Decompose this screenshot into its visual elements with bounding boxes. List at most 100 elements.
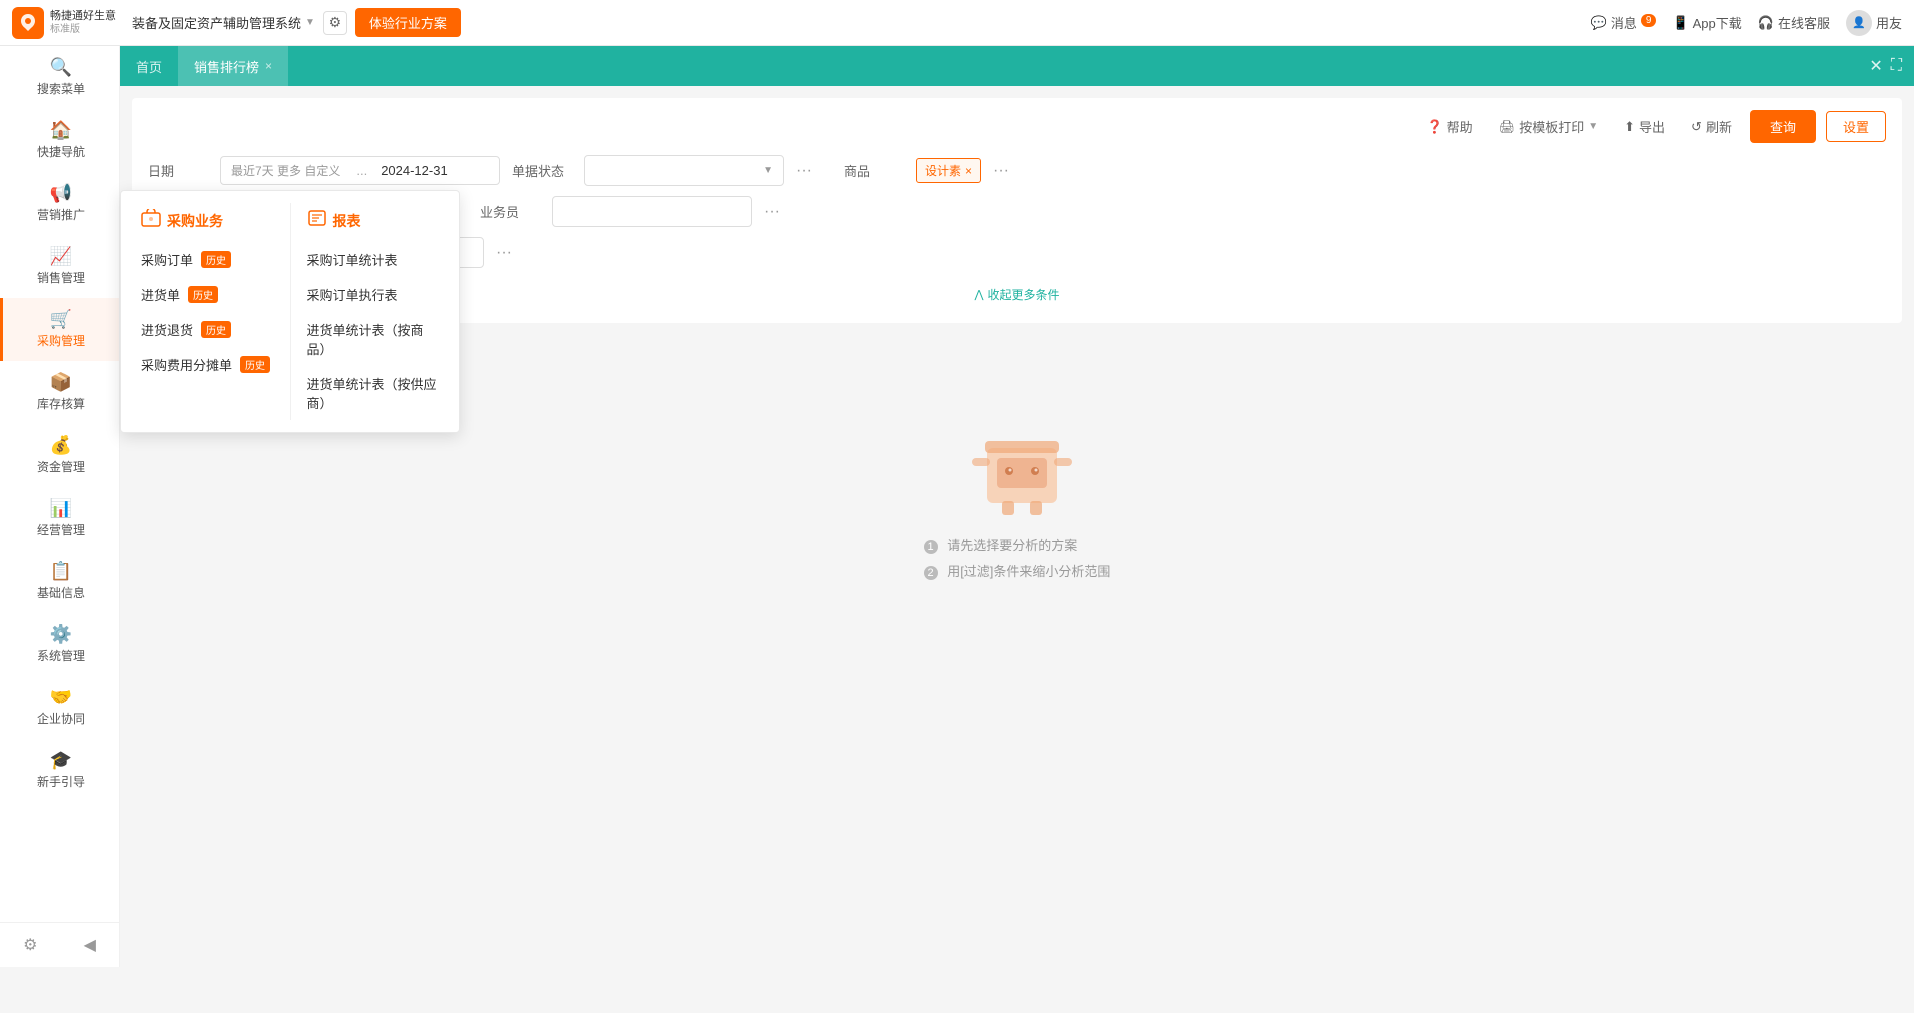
- salesman-label: 业务员: [480, 202, 540, 221]
- app-download-button[interactable]: 📱 App下载: [1672, 13, 1741, 32]
- export-icon: ⬆: [1624, 119, 1635, 135]
- help-icon: ❓: [1426, 119, 1442, 135]
- sales-icon: 📈: [50, 247, 72, 265]
- inventory-icon: 📦: [50, 373, 72, 391]
- help-button[interactable]: ❓ 帮助: [1418, 113, 1480, 140]
- bill-status-input[interactable]: ▼: [584, 155, 784, 186]
- tab-bar: 首页 销售排行榜 × ✕ ⛶: [120, 46, 1914, 86]
- filter-more-dots-4[interactable]: ···: [764, 203, 780, 221]
- print-icon: 🖨: [1499, 119, 1516, 135]
- toolbar-right: ❓ 帮助 🖨 按模板打印 ▼ ⬆ 导出 ↺: [1418, 110, 1886, 143]
- logo-text: 畅捷通好生意 标准版: [50, 9, 116, 36]
- purchase-report-header: 报表: [299, 203, 448, 238]
- top-center: 装备及固定资产辅助管理系统 ▼ ⚙ 体验行业方案: [132, 8, 1591, 37]
- goods-tag-close-icon[interactable]: ×: [965, 164, 972, 178]
- newbie-icon: 🎓: [50, 751, 72, 769]
- empty-illustration: [967, 413, 1067, 513]
- message-badge: 9: [1641, 14, 1657, 27]
- history-badge-0: 历史: [201, 251, 231, 268]
- dropdown-item-return[interactable]: 进货退货 历史: [133, 312, 282, 347]
- system-icon: ⚙️: [50, 625, 72, 643]
- user-menu-button[interactable]: 👤 用友: [1846, 10, 1902, 36]
- sidebar-item-purchase[interactable]: 🛒 采购管理: [0, 298, 119, 361]
- sidebar-item-operation[interactable]: 📊 经营管理: [0, 487, 119, 550]
- marketing-icon: 📢: [50, 184, 72, 202]
- avatar: 👤: [1846, 10, 1872, 36]
- date-filter-label: 日期: [148, 161, 208, 180]
- sidebar-settings-button[interactable]: ⚙: [23, 935, 37, 955]
- sidebar-item-basic[interactable]: 📋 基础信息: [0, 550, 119, 613]
- dropdown-item-inbound-stats-goods[interactable]: 进货单统计表（按商品）: [299, 312, 448, 366]
- bill-status-label: 单据状态: [512, 161, 572, 180]
- tab-sales-ranking[interactable]: 销售排行榜 ×: [178, 46, 288, 86]
- search-icon: 🔍: [50, 58, 72, 76]
- enterprise-icon: 🤝: [50, 688, 72, 706]
- purchase-business-column: 采购业务 采购订单 历史 进货单 历史 进货退货 历史 采购费用分摊单 历史: [133, 203, 282, 420]
- history-badge-3: 历史: [240, 356, 270, 373]
- goods-label: 商品: [844, 161, 904, 180]
- sidebar-item-quick[interactable]: 🏠 快捷导航: [0, 109, 119, 172]
- sidebar-item-enterprise[interactable]: 🤝 企业协同: [0, 676, 119, 739]
- top-bar: 畅捷通好生意 标准版 装备及固定资产辅助管理系统 ▼ ⚙ 体验行业方案 💬 消息…: [0, 0, 1914, 46]
- sidebar-item-inventory[interactable]: 📦 库存核算: [0, 361, 119, 424]
- dropdown-item-order-stats[interactable]: 采购订单统计表: [299, 242, 448, 277]
- export-button[interactable]: ⬆ 导出: [1616, 113, 1673, 140]
- sidebar-collapse-button[interactable]: ◀: [84, 935, 96, 955]
- sidebar-item-marketing[interactable]: 📢 营销推广: [0, 172, 119, 235]
- main-layout: 🔍 搜索菜单 🏠 快捷导航 📢 营销推广 📈 销售管理 🛒 采购管理 📦 库存核…: [0, 46, 1914, 967]
- sidebar-bottom: ⚙ ◀: [0, 922, 119, 967]
- history-badge-2: 历史: [201, 321, 231, 338]
- purchase-business-header: 采购业务: [133, 203, 282, 238]
- tab-close-icon[interactable]: ×: [265, 59, 272, 73]
- logo-icon: [12, 7, 44, 39]
- dropdown-item-inbound[interactable]: 进货单 历史: [133, 277, 282, 312]
- industry-button[interactable]: 体验行业方案: [355, 8, 461, 37]
- headset-icon: 🎧: [1758, 15, 1774, 31]
- sidebar-item-search[interactable]: 🔍 搜索菜单: [0, 46, 119, 109]
- print-dropdown-icon[interactable]: ▼: [1588, 121, 1598, 132]
- empty-text: 1 请先选择要分析的方案 2 用[过滤]条件来缩小分析范围: [924, 533, 1111, 585]
- dropdown-divider: [290, 203, 291, 420]
- query-button[interactable]: 查询: [1750, 110, 1816, 143]
- system-title: 装备及固定资产辅助管理系统 ▼: [132, 13, 315, 32]
- main-content: 首页 销售排行榜 × ✕ ⛶ ❓ 帮助: [120, 46, 1914, 967]
- message-icon: 💬: [1591, 15, 1607, 31]
- sidebar-item-system[interactable]: ⚙️ 系统管理: [0, 613, 119, 676]
- salesman-input[interactable]: [552, 196, 752, 227]
- dropdown-item-inbound-stats-supplier[interactable]: 进货单统计表（按供应商）: [299, 366, 448, 420]
- dropdown-item-purchase-order[interactable]: 采购订单 历史: [133, 242, 282, 277]
- dropdown-arrow-icon[interactable]: ▼: [305, 17, 315, 28]
- set-button[interactable]: 设置: [1826, 111, 1886, 142]
- message-button[interactable]: 💬 消息 9: [1591, 13, 1657, 32]
- top-right: 💬 消息 9 📱 App下载 🎧 在线客服 👤 用友: [1591, 10, 1902, 36]
- tab-maximize-icon[interactable]: ⛶: [1891, 57, 1902, 75]
- sidebar-item-sales[interactable]: 📈 销售管理: [0, 235, 119, 298]
- bill-status-dropdown-icon: ▼: [763, 165, 773, 176]
- operation-icon: 📊: [50, 499, 72, 517]
- goods-tag: 设计素 ×: [916, 158, 981, 183]
- dropdown-item-expense[interactable]: 采购费用分摊单 历史: [133, 347, 282, 382]
- online-service-button[interactable]: 🎧 在线客服: [1758, 13, 1830, 32]
- date-range-input[interactable]: 最近7天 更多 自定义 ... 2024-12-31: [220, 156, 500, 185]
- dropdown-item-order-exec[interactable]: 采购订单执行表: [299, 277, 448, 312]
- settings-icon[interactable]: ⚙: [323, 11, 347, 35]
- capital-icon: 💰: [50, 436, 72, 454]
- tab-close-window-icon[interactable]: ✕: [1869, 56, 1882, 76]
- print-button[interactable]: 🖨 按模板打印 ▼: [1491, 113, 1606, 140]
- filter-more-dots-5[interactable]: ···: [496, 244, 512, 262]
- tab-right-buttons: ✕ ⛶: [1869, 56, 1914, 76]
- phone-icon: 📱: [1672, 15, 1688, 31]
- history-badge-1: 历史: [188, 286, 218, 303]
- refresh-button[interactable]: ↺ 刷新: [1683, 113, 1740, 140]
- purchase-dropdown-menu: 采购业务 采购订单 历史 进货单 历史 进货退货 历史 采购费用分摊单 历史: [120, 190, 460, 433]
- sidebar: 🔍 搜索菜单 🏠 快捷导航 📢 营销推广 📈 销售管理 🛒 采购管理 📦 库存核…: [0, 46, 120, 967]
- dropdown-columns: 采购业务 采购订单 历史 进货单 历史 进货退货 历史 采购费用分摊单 历史: [133, 203, 447, 420]
- logo-area: 畅捷通好生意 标准版: [12, 7, 132, 39]
- filter-more-dots-2[interactable]: ···: [993, 162, 1009, 180]
- filter-row-1: 日期 最近7天 更多 自定义 ... 2024-12-31 单据状态 ▼ ···…: [148, 155, 1886, 186]
- collapse-up-icon: ⋀: [974, 288, 983, 301]
- tab-home[interactable]: 首页: [120, 46, 178, 86]
- sidebar-item-newbie[interactable]: 🎓 新手引导: [0, 739, 119, 802]
- sidebar-item-capital[interactable]: 💰 资金管理: [0, 424, 119, 487]
- filter-more-dots-1[interactable]: ···: [796, 162, 812, 180]
